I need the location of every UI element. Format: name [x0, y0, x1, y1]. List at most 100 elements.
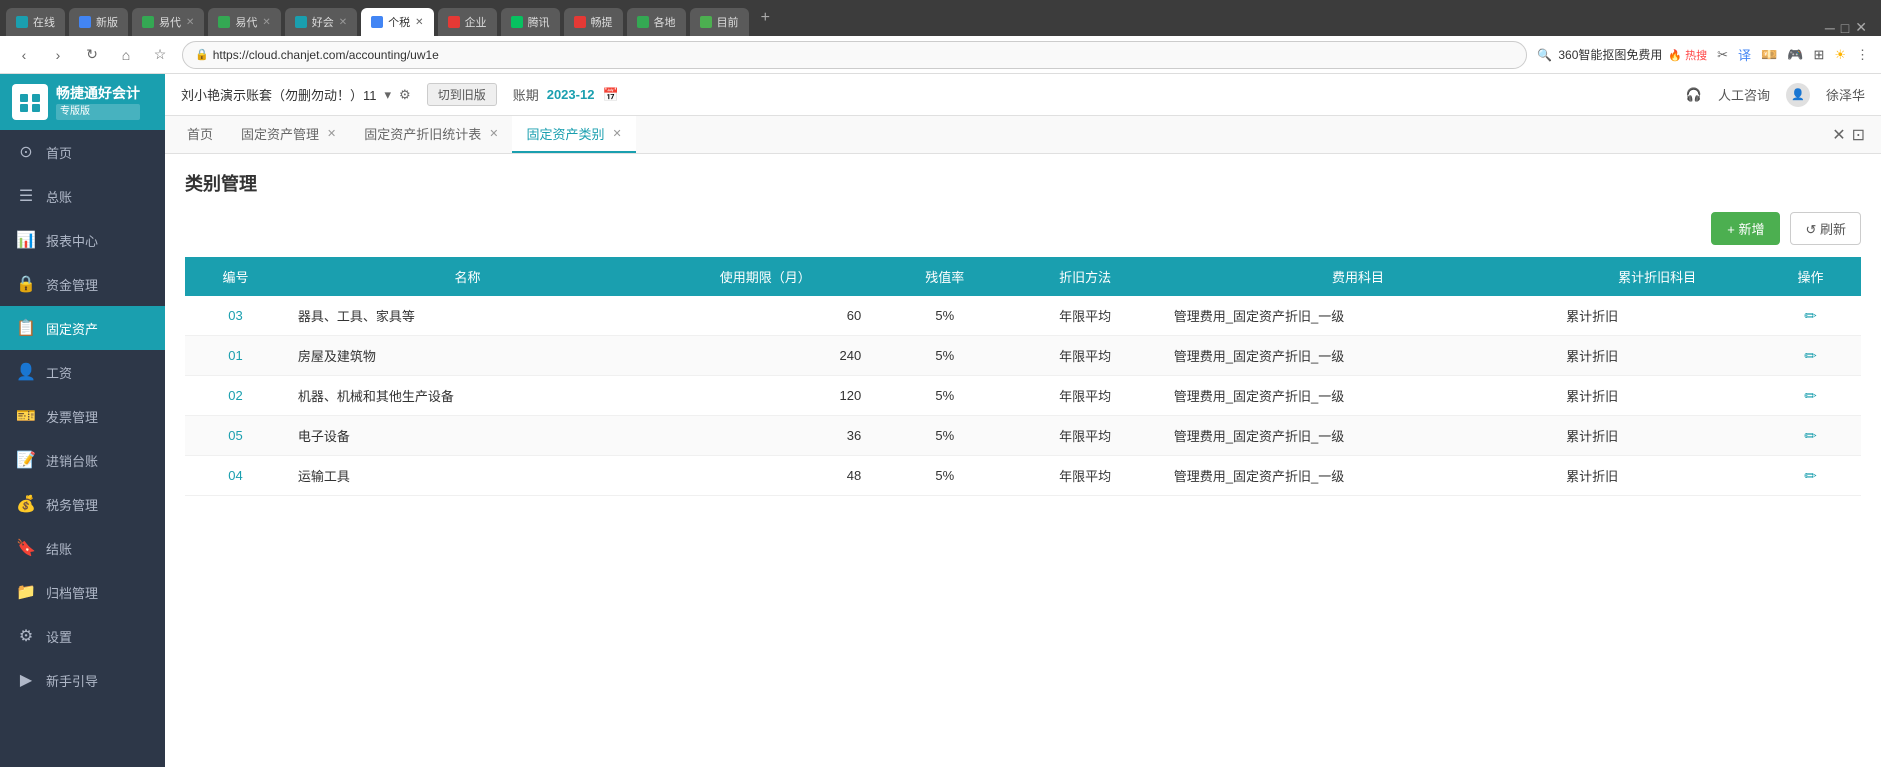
fixed-assets-icon: 📋: [16, 318, 36, 338]
tab-close-icon[interactable]: ✕: [262, 17, 270, 28]
sidebar-item-ledger[interactable]: ☰ 总账: [0, 174, 165, 218]
browser-tab-xinban[interactable]: 新版: [69, 8, 128, 36]
user-info: 刘小艳演示账套（勿删勿动！）11 ▾ ⚙: [181, 85, 411, 104]
tab-label: 固定资产类别: [526, 124, 604, 143]
col-period: 使用期限（月）: [649, 257, 881, 296]
cell-accumulated-subject: 累计折旧: [1554, 416, 1760, 456]
tab-label: 目前: [717, 14, 739, 30]
translate-icon[interactable]: 译: [1738, 45, 1751, 64]
tab-close-icon[interactable]: ✕: [327, 127, 336, 140]
add-button[interactable]: + 新增: [1711, 212, 1780, 245]
sun-icon: ☀: [1834, 47, 1846, 63]
minimize-button[interactable]: ─: [1825, 20, 1835, 36]
refresh-button[interactable]: ↺ 刷新: [1790, 212, 1861, 245]
col-accumulated-subject: 累计折旧科目: [1554, 257, 1760, 296]
browser-tab-yidai2[interactable]: 易代 ✕: [208, 8, 280, 36]
user-settings-icon[interactable]: ⚙: [399, 87, 411, 103]
tab-close-icon[interactable]: ✕: [186, 17, 194, 28]
sidebar-item-settings[interactable]: ⚙ 设置: [0, 614, 165, 658]
browser-tab-haohui[interactable]: 好会 ✕: [285, 8, 357, 36]
code-link[interactable]: 05: [228, 428, 242, 443]
sidebar-item-payroll[interactable]: 👤 工资: [0, 350, 165, 394]
cell-expense-subject: 管理费用_固定资产折旧_一级: [1162, 456, 1554, 496]
tab-fixed-asset-mgmt[interactable]: 固定资产管理 ✕: [227, 116, 350, 153]
cell-action: ✏: [1760, 416, 1861, 456]
sidebar-item-home[interactable]: ⊙ 首页: [0, 130, 165, 174]
new-tab-button[interactable]: +: [753, 9, 778, 27]
tab-panel-close-icon[interactable]: ✕: [1832, 125, 1845, 145]
code-link[interactable]: 02: [228, 388, 242, 403]
cell-accumulated-subject: 累计折旧: [1554, 336, 1760, 376]
tab-label: 各地: [654, 14, 676, 30]
edit-button[interactable]: ✏: [1804, 468, 1817, 485]
col-residual-rate: 残值率: [881, 257, 1008, 296]
sidebar-item-label: 资金管理: [46, 275, 98, 294]
sidebar-item-guide[interactable]: ▶ 新手引导: [0, 658, 165, 702]
edit-button[interactable]: ✏: [1804, 428, 1817, 445]
sidebar-item-label: 报表中心: [46, 231, 98, 250]
code-link[interactable]: 04: [228, 468, 242, 483]
app-bar: 刘小艳演示账套（勿删勿动！）11 ▾ ⚙ 切到旧版 账期 2023-12 📅 🎧…: [165, 74, 1881, 116]
tab-panel-expand-icon[interactable]: ⊡: [1852, 125, 1865, 145]
scissors-icon: ✂: [1717, 47, 1728, 63]
sidebar-item-closing[interactable]: 🔖 结账: [0, 526, 165, 570]
url-input[interactable]: 🔒 https://cloud.chanjet.com/accounting/u…: [182, 41, 1527, 69]
tab-close-icon[interactable]: ✕: [613, 127, 622, 140]
sidebar-item-sales-ledger[interactable]: 📝 进销台账: [0, 438, 165, 482]
table-row: 05 电子设备 36 5% 年限平均 管理费用_固定资产折旧_一级 累计折旧 ✏: [185, 416, 1861, 456]
col-depreciation-method: 折旧方法: [1008, 257, 1161, 296]
sidebar-item-invoice[interactable]: 🎫 发票管理: [0, 394, 165, 438]
table-row: 04 运输工具 48 5% 年限平均 管理费用_固定资产折旧_一级 累计折旧 ✏: [185, 456, 1861, 496]
help-label[interactable]: 人工咨询: [1718, 85, 1770, 104]
sidebar-item-tax[interactable]: 💰 税务管理: [0, 482, 165, 526]
browser-tab-zaixin[interactable]: 在线: [6, 8, 65, 36]
tab-depreciation-stats[interactable]: 固定资产折旧统计表 ✕: [350, 116, 512, 153]
close-button[interactable]: ✕: [1855, 19, 1867, 36]
edit-button[interactable]: ✏: [1804, 388, 1817, 405]
browser-tab-yidai1[interactable]: 易代 ✕: [132, 8, 204, 36]
logo-text: 畅捷通好会计 专版版: [56, 84, 140, 120]
refresh-button[interactable]: ↻: [80, 43, 104, 67]
edit-button[interactable]: ✏: [1804, 348, 1817, 365]
browser-tab-muqian[interactable]: 目前: [690, 8, 749, 36]
logo-badge: 专版版: [56, 104, 140, 120]
sidebar-item-fixed-assets[interactable]: 📋 固定资产: [0, 306, 165, 350]
sidebar-item-label: 设置: [46, 627, 72, 646]
search-text[interactable]: 360智能抠图免费用: [1558, 46, 1662, 63]
maximize-button[interactable]: □: [1841, 20, 1849, 36]
cell-depreciation-method: 年限平均: [1008, 376, 1161, 416]
cell-action: ✏: [1760, 296, 1861, 336]
back-button[interactable]: ‹: [12, 43, 36, 67]
tab-close-icon[interactable]: ✕: [415, 17, 423, 28]
dropdown-icon[interactable]: ▾: [385, 87, 392, 103]
tab-fixed-asset-category[interactable]: 固定资产类别 ✕: [512, 116, 635, 153]
forward-button[interactable]: ›: [46, 43, 70, 67]
cell-expense-subject: 管理费用_固定资产折旧_一级: [1162, 336, 1554, 376]
browser-tab-changte[interactable]: 畅提: [564, 8, 623, 36]
sidebar-item-funds[interactable]: 🔒 资金管理: [0, 262, 165, 306]
sidebar-item-archive[interactable]: 📁 归档管理: [0, 570, 165, 614]
browser-tab-active[interactable]: 个税 ✕: [361, 8, 433, 36]
code-link[interactable]: 03: [228, 308, 242, 323]
switch-version-button[interactable]: 切到旧版: [427, 83, 497, 106]
home-button[interactable]: ⌂: [114, 43, 138, 67]
sidebar-item-label: 总账: [46, 187, 72, 206]
table-row: 02 机器、机械和其他生产设备 120 5% 年限平均 管理费用_固定资产折旧_…: [185, 376, 1861, 416]
menu-button[interactable]: ⋮: [1856, 47, 1869, 63]
calendar-icon[interactable]: 📅: [602, 87, 618, 103]
reports-icon: 📊: [16, 230, 36, 250]
cell-code: 05: [185, 416, 286, 456]
browser-tab-qiye[interactable]: 企业: [438, 8, 497, 36]
tab-close-icon[interactable]: ✕: [489, 127, 498, 140]
search-icon: 🔍: [1537, 48, 1552, 62]
sidebar-item-label: 固定资产: [46, 319, 98, 338]
browser-tab-tengxun[interactable]: 腾讯: [501, 8, 560, 36]
browser-tab-gedi[interactable]: 各地: [627, 8, 686, 36]
tab-close-icon[interactable]: ✕: [339, 17, 347, 28]
edit-button[interactable]: ✏: [1804, 308, 1817, 325]
hot-badge: 🔥 热搜: [1668, 47, 1707, 63]
code-link[interactable]: 01: [228, 348, 242, 363]
bookmark-button[interactable]: ☆: [148, 43, 172, 67]
sidebar-item-reports[interactable]: 📊 报表中心: [0, 218, 165, 262]
tab-home[interactable]: 首页: [173, 116, 227, 153]
